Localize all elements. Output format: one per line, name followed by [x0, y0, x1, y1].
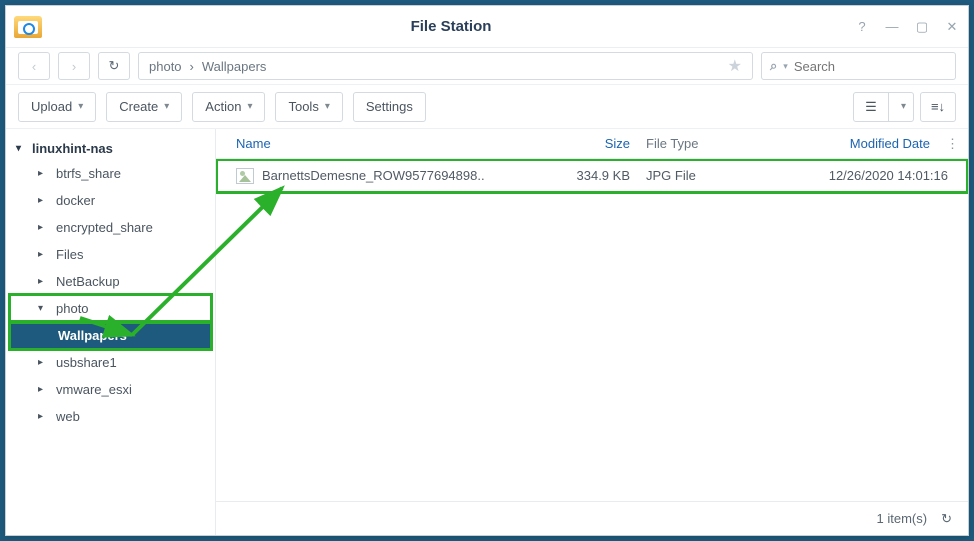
close-button[interactable]: ✕ — [944, 19, 960, 35]
image-thumbnail-icon — [236, 168, 254, 184]
file-type: JPG File — [638, 168, 758, 183]
column-modified-date[interactable]: Modified Date — [758, 136, 938, 151]
tree-item-usbshare1[interactable]: ▸ usbshare1 — [10, 349, 211, 376]
tree-item-label: btrfs_share — [56, 166, 121, 181]
file-size: 334.9 KB — [548, 168, 638, 183]
file-list-pane: Name Size File Type Modified Date ⋮ Barn… — [216, 129, 968, 535]
file-modified-date: 12/26/2020 14:01:16 — [758, 168, 956, 183]
upload-button[interactable]: Upload▾ — [18, 92, 96, 122]
tree-item-docker[interactable]: ▸ docker — [10, 187, 211, 214]
column-options-button[interactable]: ⋮ — [938, 136, 956, 152]
file-name: BarnettsDemesne_ROW9577694898.. — [262, 168, 485, 183]
search-icon: ⌕ — [770, 58, 777, 74]
expand-icon: ▾ — [16, 143, 26, 154]
refresh-button[interactable]: ↻ — [98, 52, 130, 80]
tree-item-label: web — [56, 409, 80, 424]
caret-down-icon: ▾ — [78, 101, 83, 112]
expand-icon: ▸ — [38, 249, 48, 260]
tree-item-wallpapers[interactable]: Wallpapers — [10, 322, 211, 349]
breadcrumb-segment[interactable]: photo — [149, 59, 182, 74]
maximize-button[interactable]: ▢ — [914, 19, 930, 35]
tree-item-label: Wallpapers — [58, 328, 127, 343]
app-icon — [14, 16, 42, 38]
tree-item-label: Files — [56, 247, 83, 262]
search-dropdown-icon[interactable]: ▾ — [783, 61, 788, 72]
column-type[interactable]: File Type — [638, 136, 758, 151]
tree-item-vmware-esxi[interactable]: ▸ vmware_esxi — [10, 376, 211, 403]
expand-icon: ▸ — [38, 384, 48, 395]
create-button[interactable]: Create▾ — [106, 92, 182, 122]
tree-item-label: docker — [56, 193, 95, 208]
search-box[interactable]: ⌕ ▾ — [761, 52, 956, 80]
column-size[interactable]: Size — [548, 136, 638, 151]
breadcrumb-bar[interactable]: photo › Wallpapers ★ — [138, 52, 753, 80]
window-title: File Station — [48, 18, 854, 35]
expand-icon: ▸ — [38, 357, 48, 368]
reload-button[interactable]: ↻ — [941, 511, 952, 527]
sort-button[interactable]: ≡↓ — [920, 92, 956, 122]
tree-item-label: encrypted_share — [56, 220, 153, 235]
tools-button[interactable]: Tools▾ — [275, 92, 342, 122]
tree-root[interactable]: ▾ linuxhint-nas — [10, 137, 211, 160]
nav-back-button[interactable]: ‹ — [18, 52, 50, 80]
nav-forward-button[interactable]: › — [58, 52, 90, 80]
status-bar: 1 item(s) ↻ — [216, 501, 968, 535]
tree-item-photo[interactable]: ▾ photo — [10, 295, 211, 322]
tree-item-label: photo — [56, 301, 89, 316]
expand-icon: ▸ — [38, 222, 48, 233]
minimize-button[interactable]: — — [884, 19, 900, 35]
breadcrumb-separator: › — [190, 59, 194, 74]
favorite-star-icon[interactable]: ★ — [728, 56, 742, 76]
navigation-bar: ‹ › ↻ photo › Wallpapers ★ ⌕ ▾ — [6, 48, 968, 84]
caret-down-icon: ▾ — [164, 101, 169, 112]
breadcrumb-segment[interactable]: Wallpapers — [202, 59, 267, 74]
tree-item-web[interactable]: ▸ web — [10, 403, 211, 430]
expand-icon: ▸ — [38, 411, 48, 422]
titlebar: File Station ? — ▢ ✕ — [6, 6, 968, 48]
folder-tree: ▾ linuxhint-nas ▸ btrfs_share ▸ docker ▸ encr… — [6, 129, 216, 535]
expand-icon: ▸ — [38, 195, 48, 206]
toolbar: Upload▾ Create▾ Action▾ Tools▾ Settings … — [6, 84, 968, 128]
view-options-button[interactable]: ▾ — [888, 92, 914, 122]
expand-icon: ▾ — [38, 303, 48, 314]
expand-icon: ▸ — [38, 276, 48, 287]
tree-item-files[interactable]: ▸ Files — [10, 241, 211, 268]
caret-down-icon: ▾ — [247, 101, 252, 112]
tree-item-btrfs-share[interactable]: ▸ btrfs_share — [10, 160, 211, 187]
view-list-button[interactable]: ☰ — [853, 92, 889, 122]
tree-item-netbackup[interactable]: ▸ NetBackup — [10, 268, 211, 295]
tree-item-label: usbshare1 — [56, 355, 117, 370]
tree-item-label: NetBackup — [56, 274, 120, 289]
settings-button[interactable]: Settings — [353, 92, 426, 122]
caret-down-icon: ▾ — [901, 101, 906, 112]
column-name[interactable]: Name — [228, 136, 548, 151]
column-headers: Name Size File Type Modified Date ⋮ — [216, 129, 968, 159]
caret-down-icon: ▾ — [325, 101, 330, 112]
search-input[interactable] — [794, 59, 947, 74]
item-count: 1 item(s) — [877, 511, 928, 526]
expand-icon: ▸ — [38, 168, 48, 179]
tree-item-encrypted-share[interactable]: ▸ encrypted_share — [10, 214, 211, 241]
tree-item-label: vmware_esxi — [56, 382, 132, 397]
help-button[interactable]: ? — [854, 19, 870, 35]
action-button[interactable]: Action▾ — [192, 92, 265, 122]
file-row[interactable]: BarnettsDemesne_ROW9577694898.. 334.9 KBJ… — [216, 159, 968, 193]
